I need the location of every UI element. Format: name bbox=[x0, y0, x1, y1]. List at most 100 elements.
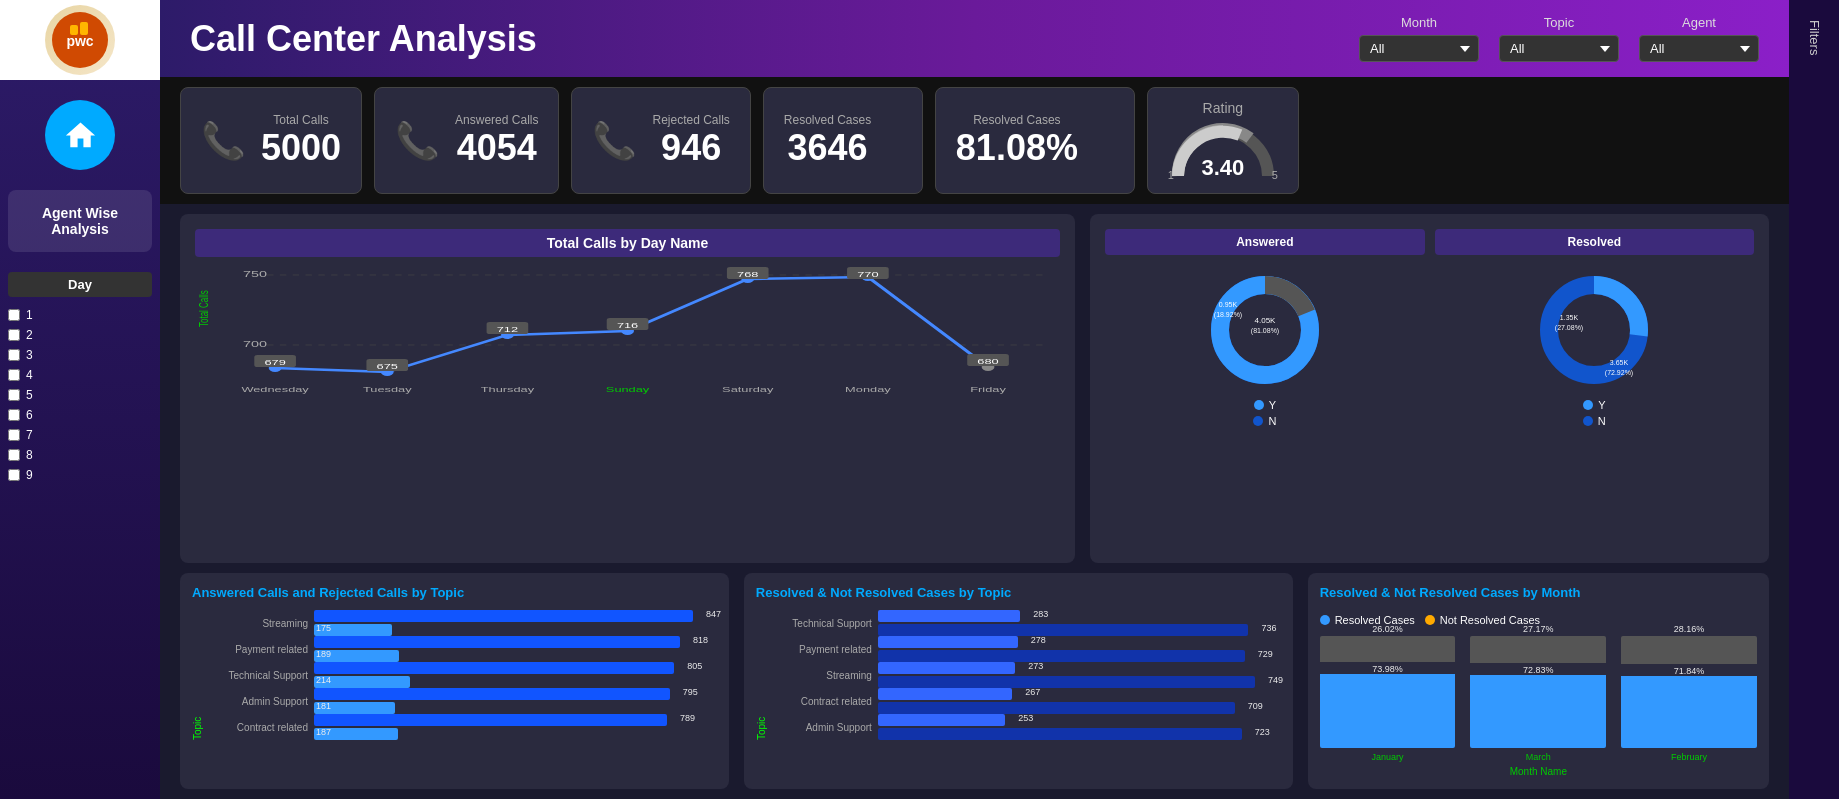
resolved-donut-section: Resolved 1.35K (27.08%) 3.65K (72.92%) Y bbox=[1435, 229, 1754, 548]
logo-circle: pwc bbox=[45, 5, 115, 75]
day-checkbox-item: 2 bbox=[8, 325, 152, 345]
answered-calls-label: Answered Calls bbox=[455, 113, 538, 127]
day-checkbox[interactable] bbox=[8, 449, 20, 461]
resolved-count-bar: 253 bbox=[878, 714, 1005, 726]
line-chart-wrapper: 750 700 Total Calls bbox=[195, 267, 1060, 548]
header: Call Center Analysis Month All Topic All… bbox=[160, 0, 1789, 77]
resolved-cases-card: Resolved Cases 3646 bbox=[763, 87, 923, 194]
answered-donut-title: Answered bbox=[1105, 229, 1424, 255]
resolved-month-title: Resolved & Not Resolved Cases by Month bbox=[1320, 585, 1757, 600]
month-column: 26.02% 73.98% January bbox=[1320, 624, 1456, 762]
svg-rect-2 bbox=[70, 25, 78, 35]
resolved-topic-chart: Topic Technical Support 283 736 Payment … bbox=[756, 610, 1281, 740]
bar-container: 789 187 bbox=[314, 714, 717, 740]
agent-filter-select[interactable]: All bbox=[1639, 35, 1759, 62]
donut-container: Answered 4.05K (81.08%) 0.95K (18.92%) bbox=[1105, 229, 1754, 548]
day-label: 7 bbox=[26, 428, 33, 442]
resolved-topic-label: Technical Support bbox=[772, 618, 872, 629]
agent-filter-label: Agent bbox=[1682, 15, 1716, 30]
day-checkbox[interactable] bbox=[8, 349, 20, 361]
page-title: Call Center Analysis bbox=[190, 18, 537, 60]
resolved-donut-svg: 1.35K (27.08%) 3.65K (72.92%) bbox=[1529, 265, 1659, 395]
month-filter-select[interactable]: All bbox=[1359, 35, 1479, 62]
total-calls-card: 📞 Total Calls 5000 bbox=[180, 87, 362, 194]
resolved-topic-bars: Technical Support 283 736 Payment relate… bbox=[772, 610, 1281, 740]
answered-bar: 789 bbox=[314, 714, 667, 726]
not-resolved-count-bar: 723 bbox=[878, 728, 1242, 740]
line-chart-svg: 750 700 Total Calls bbox=[195, 267, 1060, 397]
answered-y-dot bbox=[1254, 400, 1264, 410]
resolved-topic-bar-row: Contract related 267 709 bbox=[772, 688, 1281, 714]
resolved-month-bar bbox=[1320, 674, 1456, 748]
home-icon bbox=[63, 118, 98, 153]
month-filter-group: Month All bbox=[1359, 15, 1479, 62]
answered-n-dot bbox=[1253, 416, 1263, 426]
svg-text:Monday: Monday bbox=[845, 385, 891, 394]
right-filters-panel: Filters bbox=[1789, 0, 1839, 799]
resolved-legend-y: Y bbox=[1583, 399, 1605, 411]
agent-wise-analysis-nav[interactable]: Agent Wise Analysis bbox=[8, 190, 152, 252]
resolved-topic-label: Streaming bbox=[772, 670, 872, 681]
resolved-pct-label: Resolved Cases bbox=[956, 113, 1078, 127]
not-resolved-count-bar: 709 bbox=[878, 702, 1235, 714]
resolved-topic-title: Resolved & Not Resolved Cases by Topic bbox=[756, 585, 1281, 600]
day-checkbox[interactable] bbox=[8, 369, 20, 381]
sidebar: pwc Agent Wise Analysis Day 123456789 bbox=[0, 0, 160, 799]
answered-legend-y: Y bbox=[1254, 399, 1276, 411]
not-resolved-month-bar bbox=[1470, 636, 1606, 663]
resolved-topic-label: Admin Support bbox=[772, 722, 872, 733]
resolved-n-dot bbox=[1583, 416, 1593, 426]
svg-text:(18.92%): (18.92%) bbox=[1214, 311, 1242, 319]
day-checkbox[interactable] bbox=[8, 429, 20, 441]
svg-text:1.35K: 1.35K bbox=[1560, 314, 1579, 321]
month-name-label: January bbox=[1372, 752, 1404, 762]
day-checkbox[interactable] bbox=[8, 469, 20, 481]
answered-bar: 847 bbox=[314, 610, 693, 622]
not-resolved-pct-label: 26.02% bbox=[1372, 624, 1403, 634]
topic-bar-label: Streaming bbox=[208, 618, 308, 629]
svg-text:Saturday: Saturday bbox=[722, 385, 774, 394]
topic-bar-row: Technical Support 805 214 bbox=[208, 662, 717, 688]
day-label: 4 bbox=[26, 368, 33, 382]
resolved-donut-title: Resolved bbox=[1435, 229, 1754, 255]
day-checkbox-item: 6 bbox=[8, 405, 152, 425]
topic-filter-label: Topic bbox=[1544, 15, 1574, 30]
day-checkbox[interactable] bbox=[8, 409, 20, 421]
resolved-pct-info: Resolved Cases 81.08% bbox=[956, 113, 1078, 169]
kpi-row: 📞 Total Calls 5000 📞 Answered Calls 4054… bbox=[160, 77, 1789, 204]
rejected-calls-value: 946 bbox=[652, 127, 729, 169]
answered-phone-icon: 📞 bbox=[395, 120, 440, 162]
answered-rejected-panel: Answered Calls and Rejected Calls by Top… bbox=[180, 573, 729, 789]
charts-row-1: Total Calls by Day Name 750 700 Total Ca… bbox=[160, 204, 1789, 573]
svg-text:Sunday: Sunday bbox=[606, 385, 650, 394]
day-checkbox[interactable] bbox=[8, 309, 20, 321]
day-checkbox-item: 9 bbox=[8, 465, 152, 485]
day-checkbox-item: 3 bbox=[8, 345, 152, 365]
day-label: 9 bbox=[26, 468, 33, 482]
topic-filter-select[interactable]: All bbox=[1499, 35, 1619, 62]
rejected-calls-label: Rejected Calls bbox=[652, 113, 729, 127]
rejected-bar: 189 bbox=[314, 650, 399, 662]
resolved-month-bar bbox=[1621, 676, 1757, 748]
logo-area: pwc bbox=[0, 0, 160, 80]
day-checkbox-item: 8 bbox=[8, 445, 152, 465]
resolved-topic-bar-row: Admin Support 253 723 bbox=[772, 714, 1281, 740]
answered-legend-n: N bbox=[1253, 415, 1276, 427]
day-checkbox[interactable] bbox=[8, 329, 20, 341]
bar-container: 847 175 bbox=[314, 610, 717, 636]
answered-n-label: N bbox=[1268, 415, 1276, 427]
svg-text:712: 712 bbox=[497, 325, 518, 334]
resolved-cases-info: Resolved Cases 3646 bbox=[784, 113, 871, 169]
svg-text:770: 770 bbox=[857, 270, 878, 279]
not-resolved-pct-label: 28.16% bbox=[1674, 624, 1705, 634]
month-bars-group: 26.02% 73.98% January 27.17% 72.83% Marc… bbox=[1320, 632, 1757, 762]
rejected-phone-icon: 📞 bbox=[592, 120, 637, 162]
rejected-calls-card: 📞 Rejected Calls 946 bbox=[571, 87, 750, 194]
topic-bar-row: Payment related 818 189 bbox=[208, 636, 717, 662]
filters-vertical-label[interactable]: Filters bbox=[1807, 20, 1822, 55]
rating-card: Rating 1 5 3.40 bbox=[1147, 87, 1299, 194]
day-checkbox[interactable] bbox=[8, 389, 20, 401]
not-resolved-month-bar bbox=[1320, 636, 1456, 662]
home-button[interactable] bbox=[45, 100, 115, 170]
svg-text:768: 768 bbox=[737, 270, 758, 279]
